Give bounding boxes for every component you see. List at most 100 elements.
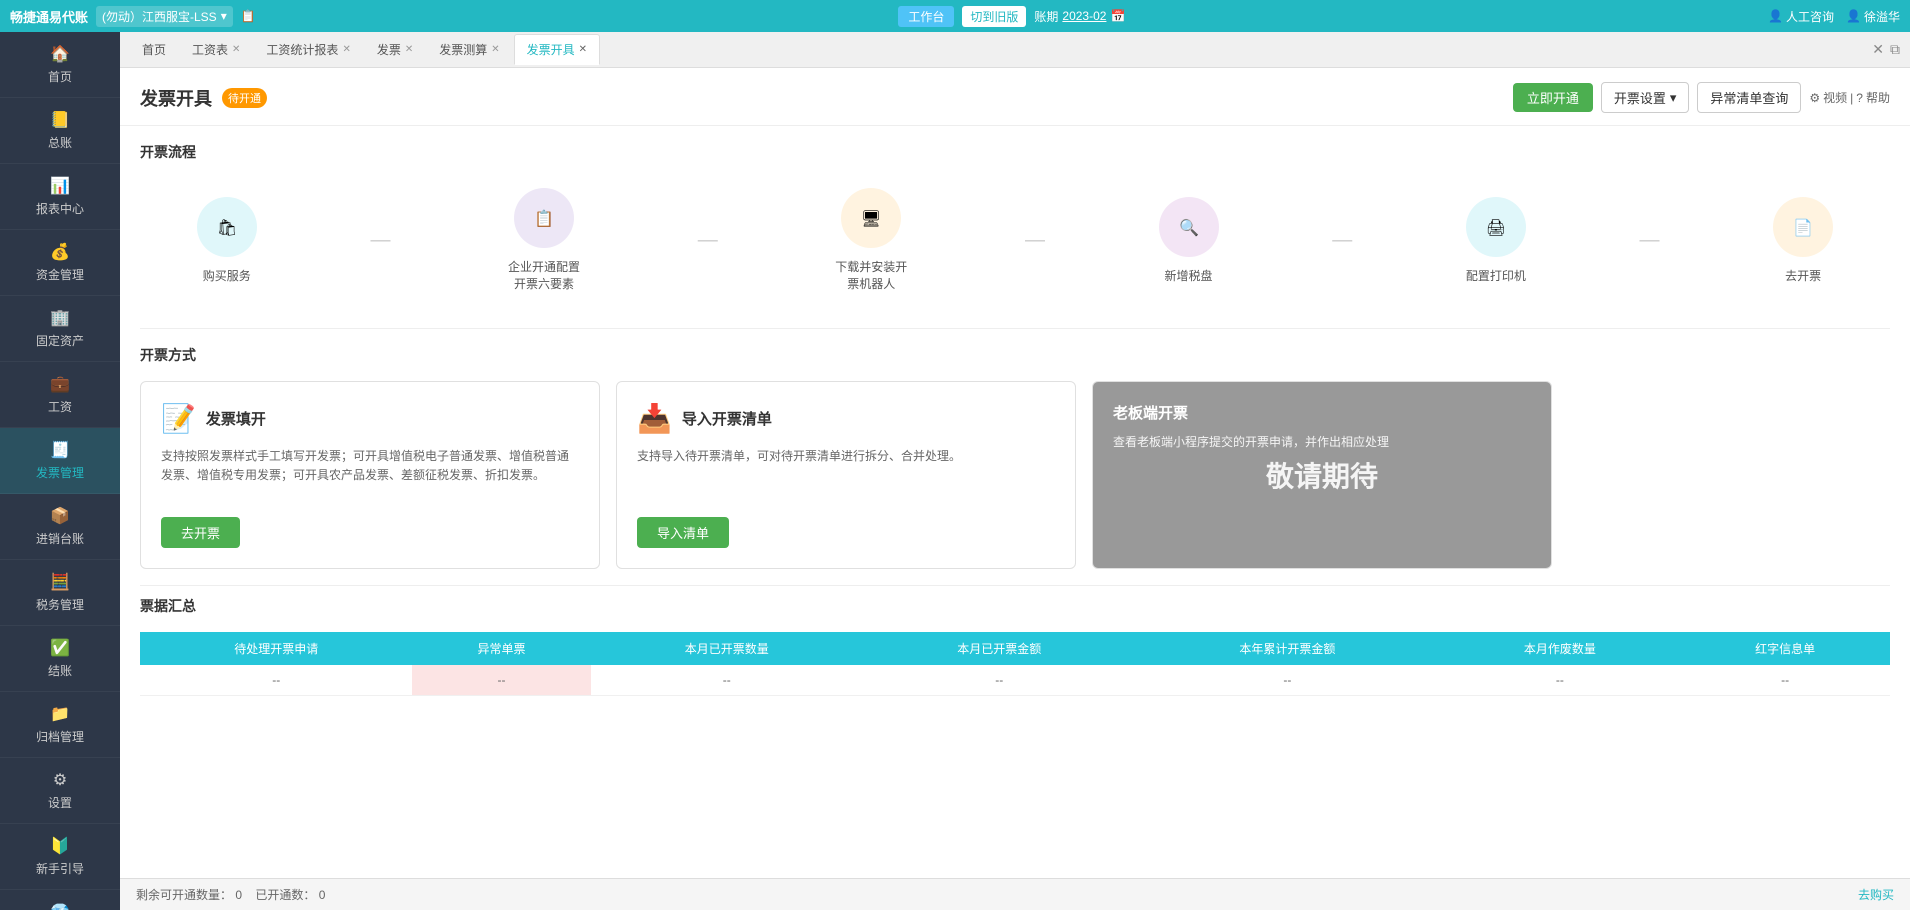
sidebar-item-salary[interactable]: 💼 工资 <box>0 362 120 428</box>
close-salary-report-tab[interactable]: ✕ <box>342 44 350 55</box>
sidebar-item-archive[interactable]: 📁 归档管理 <box>0 692 120 758</box>
open-now-button[interactable]: 立即开通 <box>1513 83 1593 112</box>
user-name: 徐溢华 <box>1864 8 1900 25</box>
methods-section: 开票方式 📝 发票填开 支持按照发票样式手工填写开发票；可开具增值税电子普通发票… <box>120 329 1910 585</box>
svg-text:📋: 📋 <box>534 209 554 228</box>
tab-salary-report[interactable]: 工资统计报表 ✕ <box>254 35 362 64</box>
import-list-button[interactable]: 导入清单 <box>637 517 729 548</box>
open-settings-button[interactable]: 开票设置 ▾ <box>1601 82 1690 113</box>
bottom-info: 剩余可开通数量： 0 已开通数： 0 <box>136 886 325 903</box>
cell-red-note: -- <box>1680 665 1890 696</box>
import-title: 导入开票清单 <box>682 408 772 429</box>
sidebar-item-funds[interactable]: 💰 资金管理 <box>0 230 120 296</box>
top-bar-left: 畅捷通易代账 (勿动）江西服宝-LSS ▾ 📋 <box>10 6 256 27</box>
customer-service[interactable]: 👤 人工咨询 <box>1768 8 1834 25</box>
sidebar-item-tax[interactable]: 🧮 税务管理 <box>0 560 120 626</box>
period-value[interactable]: 2023-02 <box>1062 9 1106 23</box>
sidebar-item-purchase-sales[interactable]: 📦 进销台账 <box>0 494 120 560</box>
workspace-button[interactable]: 工作台 <box>898 6 954 27</box>
tab-invoice[interactable]: 发票 ✕ <box>365 35 425 64</box>
sidebar-label-reports: 报表中心 <box>36 200 84 217</box>
add-disk-icon: 🔍 <box>1159 197 1219 257</box>
close-invoice-tab[interactable]: ✕ <box>405 44 413 55</box>
col-month-amount: 本月已开票金额 <box>863 632 1135 665</box>
sidebar-item-settings[interactable]: ⚙ 设置 <box>0 758 120 824</box>
col-year-amount: 本年累计开票金额 <box>1135 632 1439 665</box>
close-invoice-tool-tab[interactable]: ✕ <box>579 44 587 55</box>
sidebar-item-member[interactable]: 💎 畅会员 <box>0 890 120 910</box>
restore-tabs[interactable]: ⧉ <box>1890 41 1900 58</box>
sidebar-item-settlement[interactable]: ✅ 结账 <box>0 626 120 692</box>
cell-pending: -- <box>140 665 412 696</box>
sidebar-label-assets: 固定资产 <box>36 332 84 349</box>
flow-step-invoice[interactable]: 📄 去开票 <box>1773 197 1833 284</box>
tab-salary[interactable]: 工资表 ✕ <box>180 35 252 64</box>
invoice-flow-label: 去开票 <box>1785 267 1821 284</box>
copy-icon[interactable]: 📋 <box>241 9 256 23</box>
page-header-actions: 立即开通 开票设置 ▾ 异常清单查询 ⚙ 视频 | ? 帮助 <box>1513 82 1890 113</box>
methods-title: 开票方式 <box>140 345 1890 365</box>
settings-help[interactable]: ⚙ 视频 | ? 帮助 <box>1809 89 1890 106</box>
arrow-4: — <box>1332 229 1352 252</box>
tab-invoice-tool[interactable]: 发票开具 ✕ <box>514 34 600 65</box>
buy-link[interactable]: 去购买 <box>1858 886 1894 903</box>
page-content: 发票开具 待开通 立即开通 开票设置 ▾ 异常清单查询 ⚙ 视频 | ? 帮助 <box>120 68 1910 878</box>
flow-step-config[interactable]: 📋 企业开通配置开票六要素 <box>504 188 584 292</box>
flow-step-printer[interactable]: 🖨 配置打印机 <box>1466 197 1526 284</box>
user-info[interactable]: 👤 徐溢华 <box>1846 8 1900 25</box>
sidebar-item-assets[interactable]: 🏢 固定资产 <box>0 296 120 362</box>
period-label: 账期 <box>1034 8 1058 25</box>
add-disk-label: 新增税盘 <box>1165 267 1213 284</box>
reports-icon: 📊 <box>50 176 70 196</box>
help-label: 帮助 <box>1866 89 1890 106</box>
go-invoice-button[interactable]: 去开票 <box>161 517 240 548</box>
tab-home[interactable]: 首页 <box>130 35 178 64</box>
col-pending: 待处理开票申请 <box>140 632 412 665</box>
arrow-5: — <box>1639 229 1659 252</box>
svg-text:🔍: 🔍 <box>1179 217 1199 237</box>
summary-title: 票据汇总 <box>140 596 1890 616</box>
tab-invoice-calc-label: 发票测算 <box>439 41 487 58</box>
sidebar-label-guide: 新手引导 <box>36 860 84 877</box>
manual-invoice-card: 📝 发票填开 支持按照发票样式手工填写开发票；可开具增值税电子普通发票、增值税普… <box>140 381 600 569</box>
top-bar-right: 👤 人工咨询 👤 徐溢华 <box>1768 8 1900 25</box>
sidebar-item-accounting[interactable]: 📒 总账 <box>0 98 120 164</box>
page-header: 发票开具 待开通 立即开通 开票设置 ▾ 异常清单查询 ⚙ 视频 | ? 帮助 <box>120 68 1910 126</box>
arrow-3: — <box>1025 229 1045 252</box>
company-selector[interactable]: (勿动）江西服宝-LSS ▾ <box>96 6 233 27</box>
summary-header-row: 待处理开票申请 异常单票 本月已开票数量 本月已开票金额 本年累计开票金额 本月… <box>140 632 1890 665</box>
old-version-button[interactable]: 切到旧版 <box>962 6 1026 27</box>
abnormal-query-button[interactable]: 异常清单查询 <box>1697 82 1801 113</box>
arrow-2: — <box>698 229 718 252</box>
opened-value: 0 <box>319 888 326 902</box>
close-invoice-calc-tab[interactable]: ✕ <box>491 44 499 55</box>
salary-icon: 💼 <box>50 374 70 394</box>
help-icon-circle: ? <box>1856 91 1863 105</box>
flow-section: 开票流程 🛍 购买服务 — <box>120 126 1910 328</box>
bottom-bar: 剩余可开通数量： 0 已开通数： 0 去购买 <box>120 878 1910 910</box>
period-info: 账期 2023-02 📅 <box>1034 8 1125 25</box>
config-label: 企业开通配置开票六要素 <box>504 258 584 292</box>
invoice-methods: 📝 发票填开 支持按照发票样式手工填写开发票；可开具增值税电子普通发票、增值税普… <box>140 381 1890 569</box>
sidebar-item-home[interactable]: 🏠 首页 <box>0 32 120 98</box>
col-month-qty: 本月已开票数量 <box>591 632 863 665</box>
open-settings-label: 开票设置 <box>1614 88 1666 107</box>
sidebar-item-invoice-mgmt[interactable]: 🧾 发票管理 <box>0 428 120 494</box>
flow-step-buy-service[interactable]: 🛍 购买服务 <box>197 197 257 284</box>
sidebar-item-reports[interactable]: 📊 报表中心 <box>0 164 120 230</box>
close-all-tabs[interactable]: ✕ <box>1872 41 1884 58</box>
printer-icon: 🖨 <box>1466 197 1526 257</box>
manual-icon: 📝 <box>161 402 196 435</box>
tax-icon: 🧮 <box>50 572 70 592</box>
flow-step-add-disk[interactable]: 🔍 新增税盘 <box>1159 197 1219 284</box>
flow-step-download[interactable]: 🖥 下载并安装开票机器人 <box>831 188 911 292</box>
app-logo: 畅捷通易代账 <box>10 7 88 26</box>
tab-invoice-calc[interactable]: 发票测算 ✕ <box>427 35 511 64</box>
old-client-desc: 查看老板端小程序提交的开票申请，并作出相应处理 <box>1113 433 1531 452</box>
cell-month-qty: -- <box>591 665 863 696</box>
printer-label: 配置打印机 <box>1466 267 1526 284</box>
member-icon: 💎 <box>50 902 70 910</box>
sidebar-item-guide[interactable]: 🔰 新手引导 <box>0 824 120 890</box>
close-salary-tab[interactable]: ✕ <box>232 44 240 55</box>
purchase-sales-icon: 📦 <box>50 506 70 526</box>
